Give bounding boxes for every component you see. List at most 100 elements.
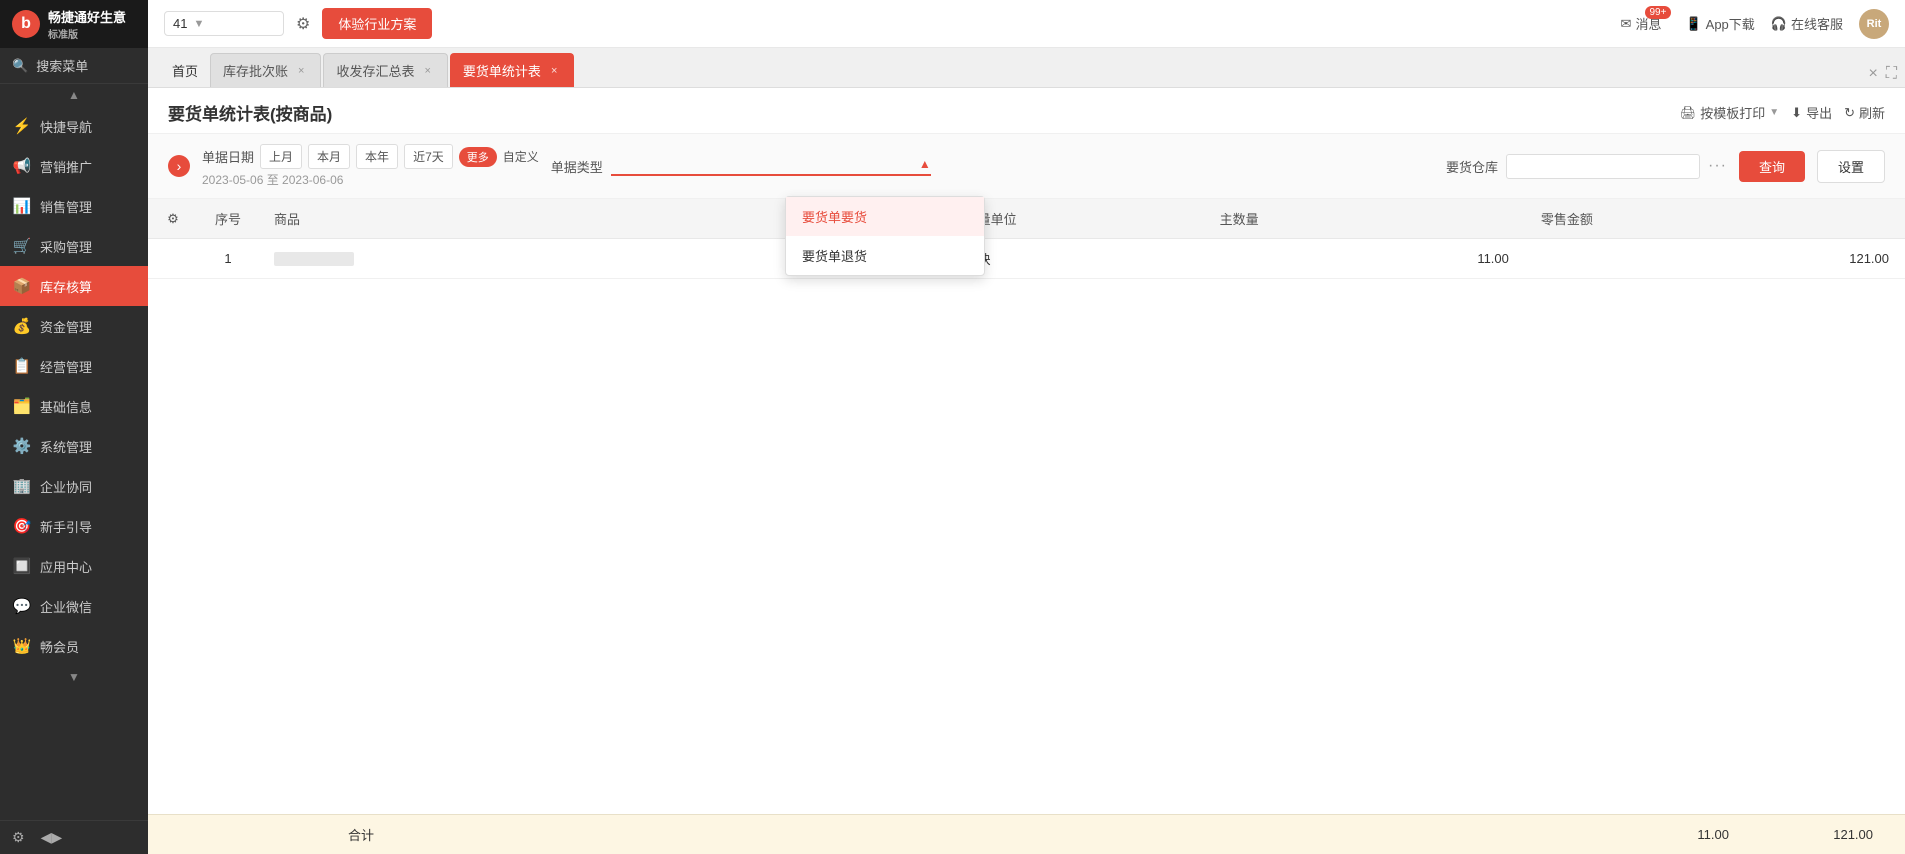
data-table: ⚙ 序号 商品 主计量单位 主数量: [148, 199, 1905, 279]
quick-nav-icon: ⚡: [12, 116, 32, 136]
print-chevron-icon: ▼: [1769, 107, 1779, 118]
filter-date-wrapper: 单据日期 上月 本月 本年 近7天 更多 自定义 2023-05-06 至 20…: [202, 144, 539, 188]
industry-btn[interactable]: 体验行业方案: [322, 8, 432, 39]
settings-icon[interactable]: ⚙: [12, 829, 25, 846]
filter-date-group: 单据日期 上月 本月 本年 近7天 更多 自定义: [202, 144, 539, 169]
messages-badge: 99+: [1645, 6, 1672, 19]
logo-text: 畅捷通好生意 标准版: [48, 7, 126, 41]
app-logo: b 畅捷通好生意 标准版: [0, 0, 148, 48]
warehouse-input[interactable]: [1506, 154, 1700, 179]
tab-home[interactable]: 首页: [160, 53, 210, 87]
filter-last-month[interactable]: 上月: [260, 144, 302, 169]
sidebar-item-marketing[interactable]: 📢 营销推广: [0, 146, 148, 186]
inventory-icon: 📦: [12, 276, 32, 296]
sidebar-item-app-center[interactable]: 🔲 应用中心: [0, 546, 148, 586]
sidebar-item-member[interactable]: 👑 畅会员: [0, 626, 148, 666]
dropdown-item-requisition-order[interactable]: 要货单要货: [786, 197, 984, 236]
filter-type-group: 单据类型 ▲: [551, 157, 1434, 176]
filter-expand-btn[interactable]: ›: [168, 155, 190, 177]
sidebar-item-quick-nav[interactable]: ⚡ 快捷导航: [0, 106, 148, 146]
print-template-btn[interactable]: 🖨 按模板打印 ▼: [1680, 103, 1779, 122]
collapse-icon[interactable]: ◀▶: [41, 829, 63, 846]
basic-icon: 🗂️: [12, 396, 32, 416]
col-settings-icon[interactable]: ⚙: [167, 211, 179, 226]
tab-receive-summary[interactable]: 收发存汇总表 ×: [323, 53, 447, 87]
filter-this-year[interactable]: 本年: [356, 144, 398, 169]
table-area: ⚙ 序号 商品 主计量单位 主数量: [148, 199, 1905, 814]
topbar-gear-icon[interactable]: ⚙: [296, 14, 310, 34]
messages-btn[interactable]: ✉ 消息 99+: [1621, 14, 1662, 33]
tab-requisition-stat[interactable]: 要货单统计表 ×: [450, 53, 574, 87]
footer-amount: 121.00: [1789, 827, 1889, 842]
col-amount: 零售金额: [1525, 199, 1905, 239]
sidebar-item-basic[interactable]: 🗂️ 基础信息: [0, 386, 148, 426]
maximize-btn[interactable]: ⛶: [1886, 65, 1897, 83]
filter-date-range: 2023-05-06 至 2023-06-06: [202, 171, 539, 188]
company-selector[interactable]: 41 ▼: [164, 11, 284, 36]
type-dropdown-menu: 要货单要货 要货单退货: [785, 196, 985, 276]
table-header-row: ⚙ 序号 商品 主计量单位 主数量: [148, 199, 1905, 239]
app-download-btn[interactable]: 📱 App下载: [1685, 14, 1754, 33]
member-icon: 👑: [12, 636, 32, 656]
sidebar-item-wechat[interactable]: 💬 企业微信: [0, 586, 148, 626]
filter-more-btn[interactable]: ···: [1708, 157, 1727, 175]
sidebar-item-sales[interactable]: 📊 销售管理: [0, 186, 148, 226]
finance-icon: 💰: [12, 316, 32, 336]
user-avatar-btn[interactable]: Rit: [1859, 9, 1889, 39]
refresh-btn[interactable]: ↻ 刷新: [1844, 103, 1885, 122]
type-label: 单据类型: [551, 157, 603, 176]
main-content: 41 ▼ ⚙ 体验行业方案 ✉ 消息 99+ 📱 App下载 🎧 在线客服: [148, 0, 1905, 854]
enterprise-icon: 🏢: [12, 476, 32, 496]
page-header: 要货单统计表(按商品) 🖨 按模板打印 ▼ ⬇ 导出 ↻ 刷新: [148, 88, 1905, 134]
guide-icon: 🎯: [12, 516, 32, 536]
footer-qty: 11.00: [1669, 827, 1789, 842]
logo-icon: b: [12, 10, 40, 38]
sidebar-scroll-down[interactable]: ▼: [0, 666, 148, 688]
filter-date-more[interactable]: 更多: [459, 147, 497, 167]
sidebar-item-operation[interactable]: 📋 经营管理: [0, 346, 148, 386]
sidebar-item-guide[interactable]: 🎯 新手引导: [0, 506, 148, 546]
topbar-left: 41 ▼ ⚙ 体验行业方案: [164, 8, 1609, 39]
sidebar-scroll-up[interactable]: ▲: [0, 84, 148, 106]
export-btn[interactable]: ⬇ 导出: [1791, 103, 1832, 122]
sidebar-item-finance[interactable]: 💰 资金管理: [0, 306, 148, 346]
dropdown-item-requisition-return[interactable]: 要货单退货: [786, 236, 984, 275]
tab-close-requisition[interactable]: ×: [551, 65, 557, 77]
filter-date-custom[interactable]: 自定义: [503, 148, 539, 165]
selector-dropdown-icon: ▼: [193, 18, 204, 30]
phone-icon: 📱: [1685, 16, 1701, 32]
col-qty: 主数量: [1204, 199, 1525, 239]
filter-this-month[interactable]: 本月: [308, 144, 350, 169]
row-amount: 121.00: [1525, 239, 1905, 279]
settings-btn[interactable]: 设置: [1817, 150, 1885, 183]
sidebar-bottom: ⚙ ◀▶: [0, 820, 148, 854]
close-all-tabs-btn[interactable]: ×: [1868, 65, 1877, 83]
sidebar-item-enterprise[interactable]: 🏢 企业协同: [0, 466, 148, 506]
online-service-btn[interactable]: 🎧 在线客服: [1771, 14, 1843, 33]
message-icon: ✉: [1621, 16, 1632, 32]
col-product: 商品: [258, 199, 765, 239]
sidebar-item-system[interactable]: ⚙️ 系统管理: [0, 426, 148, 466]
type-select-wrapper[interactable]: ▲: [611, 157, 931, 176]
page-actions: 🖨 按模板打印 ▼ ⬇ 导出 ↻ 刷新: [1680, 103, 1885, 122]
system-icon: ⚙️: [12, 436, 32, 456]
sidebar-item-inventory[interactable]: 📦 库存核算: [0, 266, 148, 306]
user-avatar: Rit: [1859, 9, 1889, 39]
tab-close-batch[interactable]: ×: [298, 65, 304, 77]
export-icon: ⬇: [1791, 105, 1802, 121]
sidebar-item-purchase[interactable]: 🛒 采购管理: [0, 226, 148, 266]
page-title: 要货单统计表(按商品): [168, 100, 332, 125]
filter-last-7-days[interactable]: 近7天: [404, 144, 453, 169]
tab-close-receive[interactable]: ×: [424, 65, 430, 77]
warehouse-label: 要货仓库: [1446, 157, 1498, 176]
marketing-icon: 📢: [12, 156, 32, 176]
type-dropdown: 要货单要货 要货单退货: [785, 196, 985, 276]
tab-actions: × ⛶: [1868, 65, 1897, 83]
type-select-input[interactable]: [611, 157, 919, 172]
type-chevron-up-icon[interactable]: ▲: [919, 157, 931, 171]
sidebar-search[interactable]: 🔍 搜索菜单: [0, 48, 148, 84]
tab-batch-account[interactable]: 库存批次账 ×: [210, 53, 321, 87]
query-btn[interactable]: 查询: [1739, 151, 1805, 182]
operation-icon: 📋: [12, 356, 32, 376]
topbar: 41 ▼ ⚙ 体验行业方案 ✉ 消息 99+ 📱 App下载 🎧 在线客服: [148, 0, 1905, 48]
